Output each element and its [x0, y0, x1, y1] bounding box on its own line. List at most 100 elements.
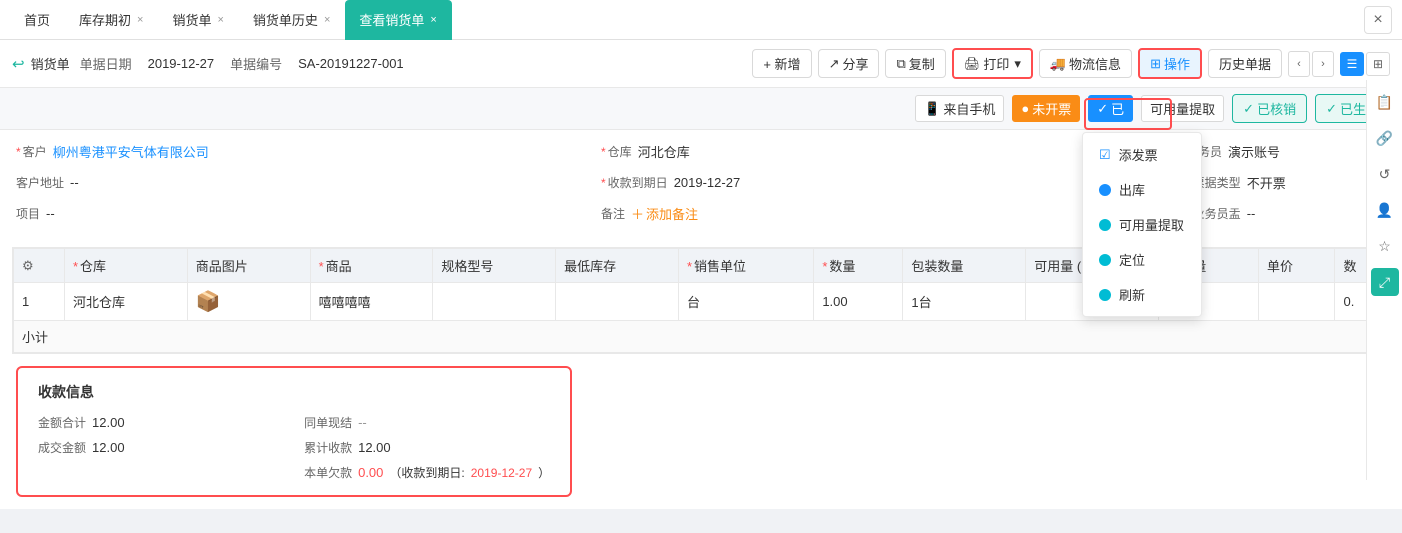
- tab-home[interactable]: 首页: [10, 0, 65, 40]
- row-product: 嘻嘻嘻嘻: [310, 283, 433, 321]
- check-icon: ✓: [1097, 101, 1108, 117]
- doc-header: ↩ 销货单 单据日期 2019-12-27 单据编号 SA-20191227-0…: [0, 40, 1402, 88]
- from-phone-button[interactable]: 📱 来自手机: [915, 95, 1004, 122]
- dropdown-item-available[interactable]: 可用量提取: [1083, 207, 1201, 242]
- payment-info-grid: 金额合计 12.00 同单现结 -- 成交金额 12.00 累计收款 12.00: [38, 414, 550, 481]
- doc-title: ↩ 销货单: [12, 54, 70, 73]
- share-button[interactable]: ↗ 分享: [818, 49, 880, 78]
- payment-info-box: 收款信息 金额合计 12.00 同单现结 -- 成交金额 12.00: [16, 366, 572, 497]
- cumulative-receipt-item: 累计收款 12.00: [304, 439, 550, 456]
- operations-icon: ⊞: [1150, 56, 1161, 72]
- col-min-stock: 最低库存: [556, 249, 679, 283]
- salesperson-field: 业务员 演示账号: [1186, 142, 1386, 161]
- close-icon[interactable]: ×: [217, 14, 223, 26]
- dropdown-item-invoice[interactable]: ☑ 添发票: [1083, 137, 1201, 172]
- row-min-stock: [556, 283, 679, 321]
- tab-inventory[interactable]: 库存期初 ×: [65, 0, 158, 40]
- address-value: --: [70, 175, 79, 190]
- available-button[interactable]: 可用量提取: [1141, 95, 1224, 122]
- col-pkg-qty: 包装数量: [903, 249, 1026, 283]
- share-icon: ↗: [829, 56, 840, 72]
- same-order-settle-item: 同单现结 --: [304, 414, 550, 431]
- address-label: 客户地址: [16, 174, 64, 191]
- window-close-button[interactable]: ×: [1364, 6, 1392, 34]
- locate-dot-icon: [1099, 254, 1111, 266]
- status-badge-cancelled: ✓ 已核销: [1232, 94, 1307, 123]
- settings-icon[interactable]: ⚙: [22, 258, 34, 273]
- date-value: 2019-12-27: [148, 56, 215, 71]
- prev-button[interactable]: ‹: [1288, 51, 1310, 77]
- payment-date-field: 收款到期日 2019-12-27: [601, 174, 801, 191]
- tab-sales[interactable]: 销货单 ×: [158, 0, 238, 40]
- sidebar-note-icon[interactable]: 📋: [1371, 88, 1399, 116]
- sidebar-expand-icon[interactable]: ⤢: [1371, 268, 1399, 296]
- copy-button[interactable]: ⧉ 复制: [885, 49, 945, 78]
- tab-sales-history[interactable]: 销货单历史 ×: [239, 0, 345, 40]
- outbound-dot-icon: [1099, 184, 1111, 196]
- print-button[interactable]: 🖨 打印 ▾: [952, 48, 1033, 79]
- refresh-dot-icon: [1099, 289, 1111, 301]
- warehouse-label: 仓库: [601, 143, 632, 160]
- subtotal-label: 小计: [14, 321, 1389, 353]
- close-icon[interactable]: ×: [324, 14, 330, 26]
- project-value: --: [46, 206, 55, 221]
- copy-icon: ⧉: [896, 56, 905, 72]
- col-settings[interactable]: ⚙: [14, 249, 65, 283]
- operations-dropdown: ☑ 添发票 出库 可用量提取 定位 刷新: [1082, 132, 1202, 317]
- payment-info-title: 收款信息: [38, 382, 550, 402]
- logistics-button[interactable]: 🚚 物流信息: [1039, 49, 1132, 78]
- main-content: ↩ 销货单 单据日期 2019-12-27 单据编号 SA-20191227-0…: [0, 40, 1402, 509]
- list-view-button[interactable]: ☰: [1340, 52, 1364, 76]
- salesperson2-value: --: [1247, 206, 1256, 221]
- col-unit: 销售单位: [678, 249, 813, 283]
- project-label: 项目: [16, 205, 40, 222]
- sidebar-link-icon[interactable]: 🔗: [1371, 124, 1399, 152]
- customer-value[interactable]: 柳州粤港平安气体有限公司: [53, 142, 209, 161]
- available-dot-icon: [1099, 219, 1111, 231]
- subtotal-row: 小计: [14, 321, 1389, 353]
- col-qty: 数量: [814, 249, 903, 283]
- not-open-button[interactable]: ● 未开票: [1012, 95, 1080, 122]
- operations-button[interactable]: ⊞ 操作: [1138, 48, 1202, 79]
- col-price: 单价: [1258, 249, 1335, 283]
- logistics-icon: 🚚: [1050, 56, 1066, 72]
- sidebar-star-icon[interactable]: ☆: [1371, 232, 1399, 260]
- phone-icon: 📱: [924, 101, 940, 117]
- dropdown-item-outbound[interactable]: 出库: [1083, 172, 1201, 207]
- row-pkg-qty: 1台: [903, 283, 1026, 321]
- customer-label: 客户: [16, 143, 47, 160]
- new-button[interactable]: + 新增: [752, 49, 811, 78]
- col-img: 商品图片: [187, 249, 310, 283]
- row-img: 📦: [187, 283, 310, 321]
- sidebar-user-icon[interactable]: 👤: [1371, 196, 1399, 224]
- row-qty: 1.00: [814, 283, 903, 321]
- doc-meta: 单据日期 2019-12-27 单据编号 SA-20191227-001: [80, 54, 743, 73]
- add-note-button[interactable]: ＋ 添加备注: [631, 204, 698, 223]
- check-circle-icon2: ✓: [1326, 101, 1337, 117]
- nav-arrows: ‹ ›: [1288, 51, 1334, 77]
- arrears-item: 本单欠款 0.00 （收款到期日: 2019-12-27 ）: [304, 464, 550, 481]
- view-toggle: ☰ ⊞: [1340, 52, 1390, 76]
- history-button[interactable]: 历史单据: [1208, 49, 1282, 78]
- close-icon[interactable]: ×: [430, 14, 436, 26]
- payment-date-value: 2019-12-27: [674, 175, 741, 190]
- warehouse-field: 仓库 河北仓库: [601, 142, 801, 161]
- print-icon: 🖨: [964, 56, 981, 72]
- dropdown-item-locate[interactable]: 定位: [1083, 242, 1201, 277]
- ticket-type-field: 票据类型 不开票: [1186, 173, 1386, 192]
- amount-total-item: 金额合计 12.00: [38, 414, 284, 431]
- note-label: 备注: [601, 205, 625, 222]
- row-price: [1258, 283, 1335, 321]
- col-product: 商品: [310, 249, 433, 283]
- row-spec: [433, 283, 556, 321]
- payment-date-label: 收款到期日: [601, 174, 668, 191]
- next-button[interactable]: ›: [1312, 51, 1334, 77]
- dropdown-item-refresh[interactable]: 刷新: [1083, 277, 1201, 312]
- close-icon[interactable]: ×: [137, 14, 143, 26]
- tab-view-sales[interactable]: 查看销货单 ×: [345, 0, 451, 40]
- check-button[interactable]: ✓ 已: [1088, 95, 1133, 122]
- sidebar-refresh-icon[interactable]: ↺: [1371, 160, 1399, 188]
- date-label: 单据日期: [80, 54, 132, 73]
- doc-actions: + 新增 ↗ 分享 ⧉ 复制 🖨 打印 ▾ 🚚 物流信息: [752, 48, 1390, 79]
- grid-view-button[interactable]: ⊞: [1366, 52, 1390, 76]
